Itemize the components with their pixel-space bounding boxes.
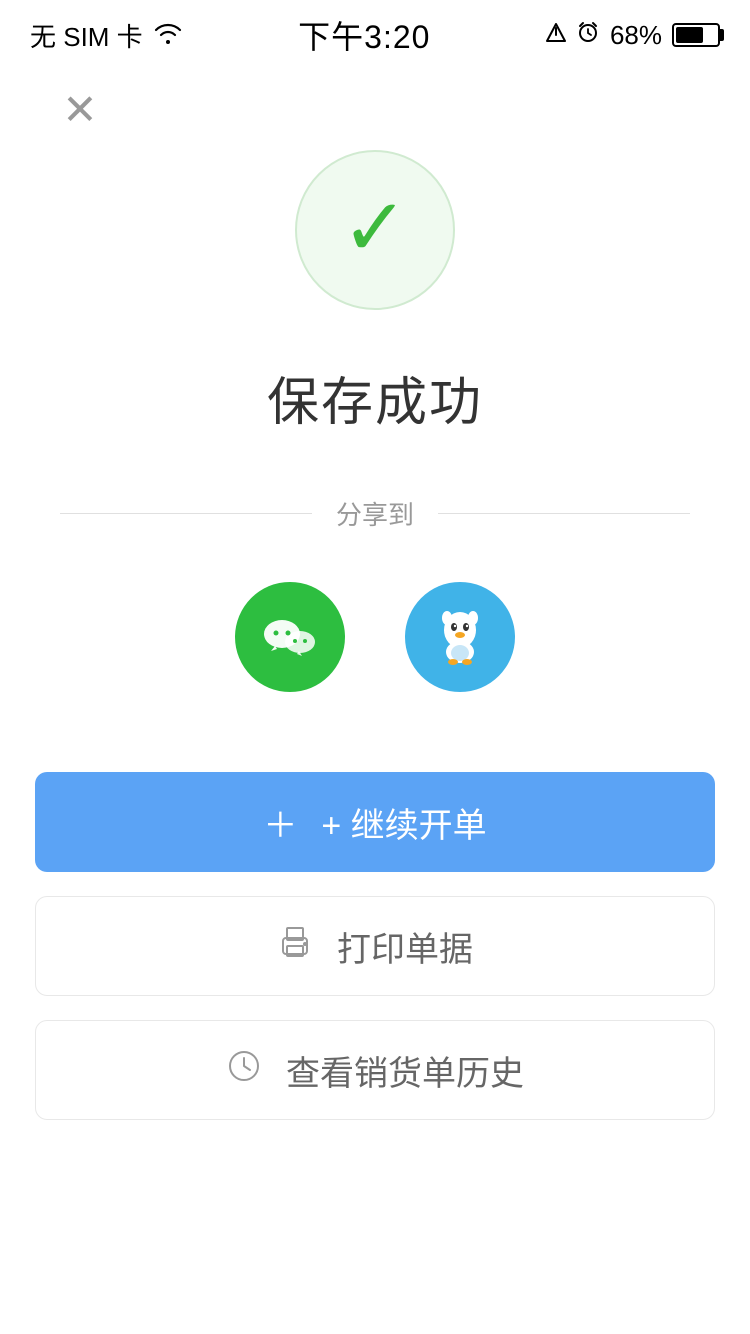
status-left: 无 SIM 卡 xyxy=(30,17,183,54)
battery-percent: 68% xyxy=(610,20,662,51)
status-time: 下午3:20 xyxy=(298,12,430,58)
qq-icon xyxy=(425,602,495,672)
wifi-icon xyxy=(153,20,183,51)
divider-line-right xyxy=(438,513,690,514)
divider-section: 分享到 xyxy=(0,495,750,532)
checkmark-icon: ✓ xyxy=(341,188,408,268)
carrier-label: 无 SIM 卡 xyxy=(30,17,143,54)
share-icons xyxy=(235,582,515,692)
history-icon xyxy=(226,1048,262,1093)
location-icon xyxy=(546,20,566,51)
status-bar: 无 SIM 卡 下午3:20 68% xyxy=(0,0,750,70)
success-circle: ✓ xyxy=(295,150,455,310)
battery-icon xyxy=(672,23,720,47)
continue-label: + 继续开单 xyxy=(321,798,486,847)
wechat-share-button[interactable] xyxy=(235,582,345,692)
close-icon: ✕ xyxy=(62,89,97,131)
history-label: 查看销货单历史 xyxy=(286,1046,524,1095)
alarm-icon xyxy=(576,20,600,51)
continue-button[interactable]: ＋ + 继续开单 xyxy=(35,772,715,872)
success-title: 保存成功 xyxy=(267,360,483,435)
continue-icon: ＋ xyxy=(263,798,297,847)
status-right: 68% xyxy=(546,20,720,51)
print-icon xyxy=(277,924,313,969)
print-button[interactable]: 打印单据 xyxy=(35,896,715,996)
close-button[interactable]: ✕ xyxy=(50,80,110,140)
wechat-icon xyxy=(255,602,325,672)
main-content: ✓ 保存成功 分享到 xyxy=(0,70,750,1120)
history-button[interactable]: 查看销货单历史 xyxy=(35,1020,715,1120)
action-buttons: ＋ + 继续开单 打印单据 查看销货单历 xyxy=(35,772,715,1120)
share-label: 分享到 xyxy=(312,495,438,532)
divider-line-left xyxy=(60,513,312,514)
qq-share-button[interactable] xyxy=(405,582,515,692)
print-label: 打印单据 xyxy=(337,922,473,971)
